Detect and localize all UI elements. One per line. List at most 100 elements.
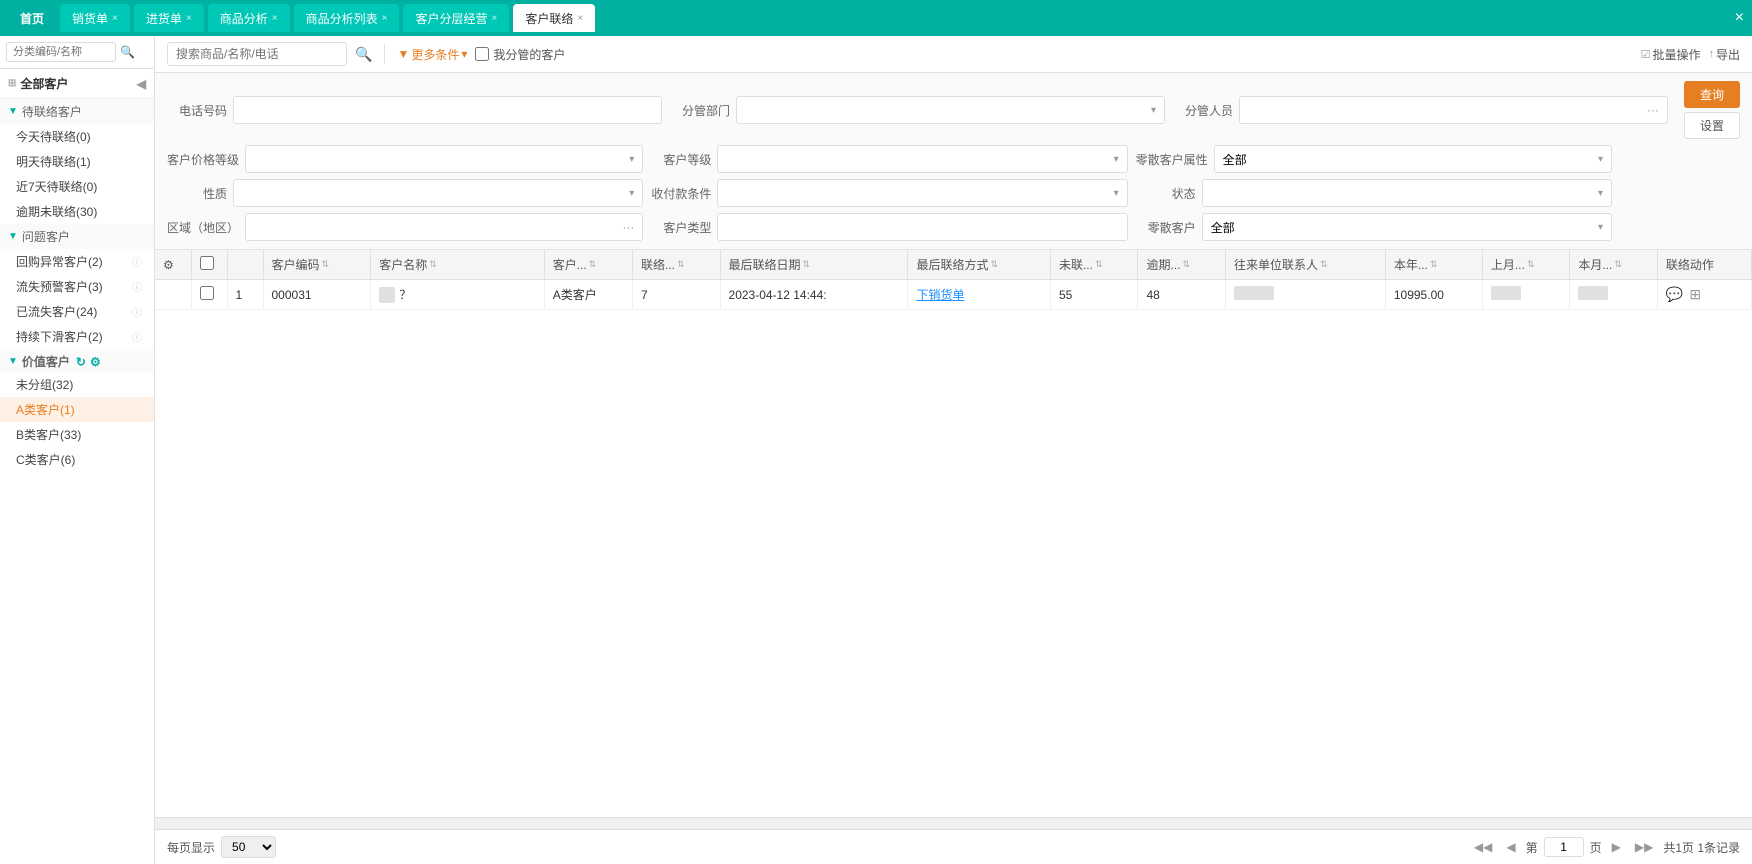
col-this-month[interactable]: 本月... ⇅ (1570, 250, 1658, 280)
col-level-sort[interactable]: ⇅ (589, 259, 597, 270)
nav-tab-analysis-list-close[interactable]: × (382, 13, 388, 24)
col-contact-person-sort[interactable]: ⇅ (1320, 259, 1328, 270)
next-page-button[interactable]: ▶ (1608, 838, 1625, 856)
sidebar-item-declining-info[interactable]: ⓘ (132, 329, 142, 344)
filter-price-level-input[interactable]: ▾ (245, 145, 643, 173)
export-button[interactable]: ↑ 导出 (1708, 46, 1740, 63)
col-uncontacted[interactable]: 未联... ⇅ (1050, 250, 1138, 280)
close-all-tabs-button[interactable]: × (1735, 9, 1744, 27)
nav-tab-customer-mgmt[interactable]: 客户分层经营 × (403, 4, 509, 32)
col-overdue[interactable]: 逾期... ⇅ (1138, 250, 1226, 280)
col-last-contact-date[interactable]: 最后联络日期 ⇅ (720, 250, 908, 280)
table-settings-icon[interactable]: ⚙ (163, 258, 174, 272)
sidebar-item-overdue[interactable]: 逾期未联络(30) (0, 199, 154, 224)
row-chat-icon[interactable]: 💬 (1666, 286, 1683, 303)
sidebar-item-a-class[interactable]: A类客户(1) (0, 397, 154, 422)
sidebar-item-b-class[interactable]: B类客户(33) (0, 422, 154, 447)
sidebar-item-tomorrow[interactable]: 明天待联络(1) (0, 149, 154, 174)
col-last-month[interactable]: 上月... ⇅ (1482, 250, 1570, 280)
filter-customer-type-input[interactable] (717, 213, 1127, 241)
my-customers-checkbox[interactable] (475, 47, 489, 61)
nav-tab-home[interactable]: 首页 (8, 4, 56, 32)
nav-tab-analysis[interactable]: 商品分析 × (208, 4, 290, 32)
col-contact-count[interactable]: 联络... ⇅ (632, 250, 720, 280)
sidebar-item-today[interactable]: 今天待联络(0) (0, 124, 154, 149)
sidebar-item-at-risk[interactable]: 流失预警客户(3) ⓘ (0, 274, 154, 299)
select-all-checkbox[interactable] (200, 256, 214, 270)
sidebar-section-value[interactable]: ▼ 价值客户 ↻ ⚙ (0, 349, 154, 372)
sidebar-item-abnormal-info[interactable]: ⓘ (132, 254, 142, 269)
col-last-contact-method[interactable]: 最后联络方式 ⇅ (908, 250, 1050, 280)
sidebar-section-problems[interactable]: ▼ 问题客户 (0, 224, 154, 249)
sidebar-item-lost-info[interactable]: ⓘ (132, 304, 142, 319)
col-last-contact-method-sort[interactable]: ⇅ (990, 259, 998, 270)
sidebar-collapse-icon[interactable]: ◀ (137, 77, 146, 91)
row-last-contact-method[interactable]: 下销货单 (916, 288, 964, 302)
col-name[interactable]: 客户名称 ⇅ (371, 250, 544, 280)
row-checkbox[interactable] (200, 286, 214, 300)
filter-manager-input[interactable]: ··· (1239, 96, 1668, 124)
col-last-month-sort[interactable]: ⇅ (1527, 259, 1535, 270)
page-number-input[interactable] (1544, 837, 1584, 857)
per-page-select[interactable]: 50 100 200 (221, 836, 276, 858)
nav-tab-customer-contact[interactable]: 客户联络 × (513, 4, 595, 32)
nav-tab-customer-mgmt-close[interactable]: × (491, 13, 497, 24)
col-this-year-sort[interactable]: ⇅ (1430, 259, 1438, 270)
nav-tab-purchase-close[interactable]: × (186, 13, 192, 24)
sidebar-value-refresh[interactable]: ↻ (76, 355, 86, 369)
nav-tab-analysis-close[interactable]: × (272, 13, 278, 24)
batch-operation-button[interactable]: ☑ 批量操作 (1641, 46, 1701, 63)
prev-page-button[interactable]: ◀ (1502, 838, 1519, 856)
nav-tab-customer-contact-close[interactable]: × (577, 13, 583, 24)
filter-more-button[interactable]: ▼ 更多条件 ▾ (397, 46, 467, 63)
row-qr-icon[interactable]: ⊞ (1689, 286, 1701, 303)
sidebar-value-settings[interactable]: ⚙ (90, 355, 101, 369)
sidebar-item-abnormal[interactable]: 回购异常客户(2) ⓘ (0, 249, 154, 274)
col-code[interactable]: 客户编码 ⇅ (263, 250, 371, 280)
filter-customer-level-input[interactable]: ▾ (717, 145, 1127, 173)
row-overdue-cell: 48 (1138, 280, 1226, 310)
first-page-button[interactable]: ◀◀ (1470, 838, 1496, 856)
filter-search-button[interactable]: 🔍 (355, 46, 372, 63)
nav-tab-sales[interactable]: 销货单 × (60, 4, 130, 32)
filter-payment-label: 收付款条件 (651, 185, 711, 202)
sidebar-item-lost[interactable]: 已流失客户(24) ⓘ (0, 299, 154, 324)
last-page-button[interactable]: ▶▶ (1631, 838, 1657, 856)
filter-row-3: 性质 ▾ 收付款条件 ▾ 状态 ▾ (167, 179, 1740, 207)
sidebar-all-customers[interactable]: ⊞ 全部客户 ◀ (0, 69, 154, 99)
filter-status-input[interactable]: ▾ (1202, 179, 1612, 207)
sidebar-item-c-class[interactable]: C类客户(6) (0, 447, 154, 472)
col-code-sort[interactable]: ⇅ (322, 259, 330, 270)
horizontal-scrollbar[interactable] (155, 817, 1752, 829)
query-button[interactable]: 查询 (1684, 81, 1740, 108)
col-last-contact-date-sort[interactable]: ⇅ (803, 259, 811, 270)
filter-retail-attr-input[interactable]: 全部▾ (1214, 145, 1612, 173)
col-contact-person[interactable]: 往来单位联系人 ⇅ (1226, 250, 1386, 280)
col-uncontacted-sort[interactable]: ⇅ (1095, 259, 1103, 270)
filter-retail-customer-input[interactable]: 全部▾ (1202, 213, 1612, 241)
filter-search-input[interactable] (167, 42, 347, 66)
settings-button[interactable]: 设置 (1684, 112, 1740, 139)
sidebar-item-ungrouped[interactable]: 未分组(32) (0, 372, 154, 397)
sidebar-section-pending[interactable]: ▼ 待联络客户 (0, 99, 154, 124)
sidebar-search-input[interactable] (6, 42, 116, 62)
filter-dept-input[interactable]: ▾ (736, 96, 1165, 124)
col-overdue-sort[interactable]: ⇅ (1183, 259, 1191, 270)
nav-tab-sales-close[interactable]: × (112, 13, 118, 24)
filter-phone-input[interactable] (233, 96, 662, 124)
sidebar-search-icon[interactable]: 🔍 (120, 45, 135, 59)
sidebar-item-at-risk-info[interactable]: ⓘ (132, 279, 142, 294)
col-contact-count-sort[interactable]: ⇅ (677, 259, 685, 270)
nav-tab-purchase[interactable]: 进货单 × (134, 4, 204, 32)
col-name-sort[interactable]: ⇅ (429, 259, 437, 270)
col-this-year[interactable]: 本年... ⇅ (1385, 250, 1482, 280)
nav-tab-analysis-list[interactable]: 商品分析列表 × (294, 4, 400, 32)
sidebar-item-declining[interactable]: 持续下滑客户(2) ⓘ (0, 324, 154, 349)
col-level[interactable]: 客户... ⇅ (544, 250, 632, 280)
col-this-month-sort[interactable]: ⇅ (1614, 259, 1622, 270)
filter-payment-input[interactable]: ▾ (717, 179, 1127, 207)
row-contact-count: 7 (641, 288, 648, 302)
sidebar-item-7days[interactable]: 近7天待联络(0) (0, 174, 154, 199)
filter-region-input[interactable]: ··· (245, 213, 643, 241)
filter-nature-input[interactable]: ▾ (233, 179, 643, 207)
